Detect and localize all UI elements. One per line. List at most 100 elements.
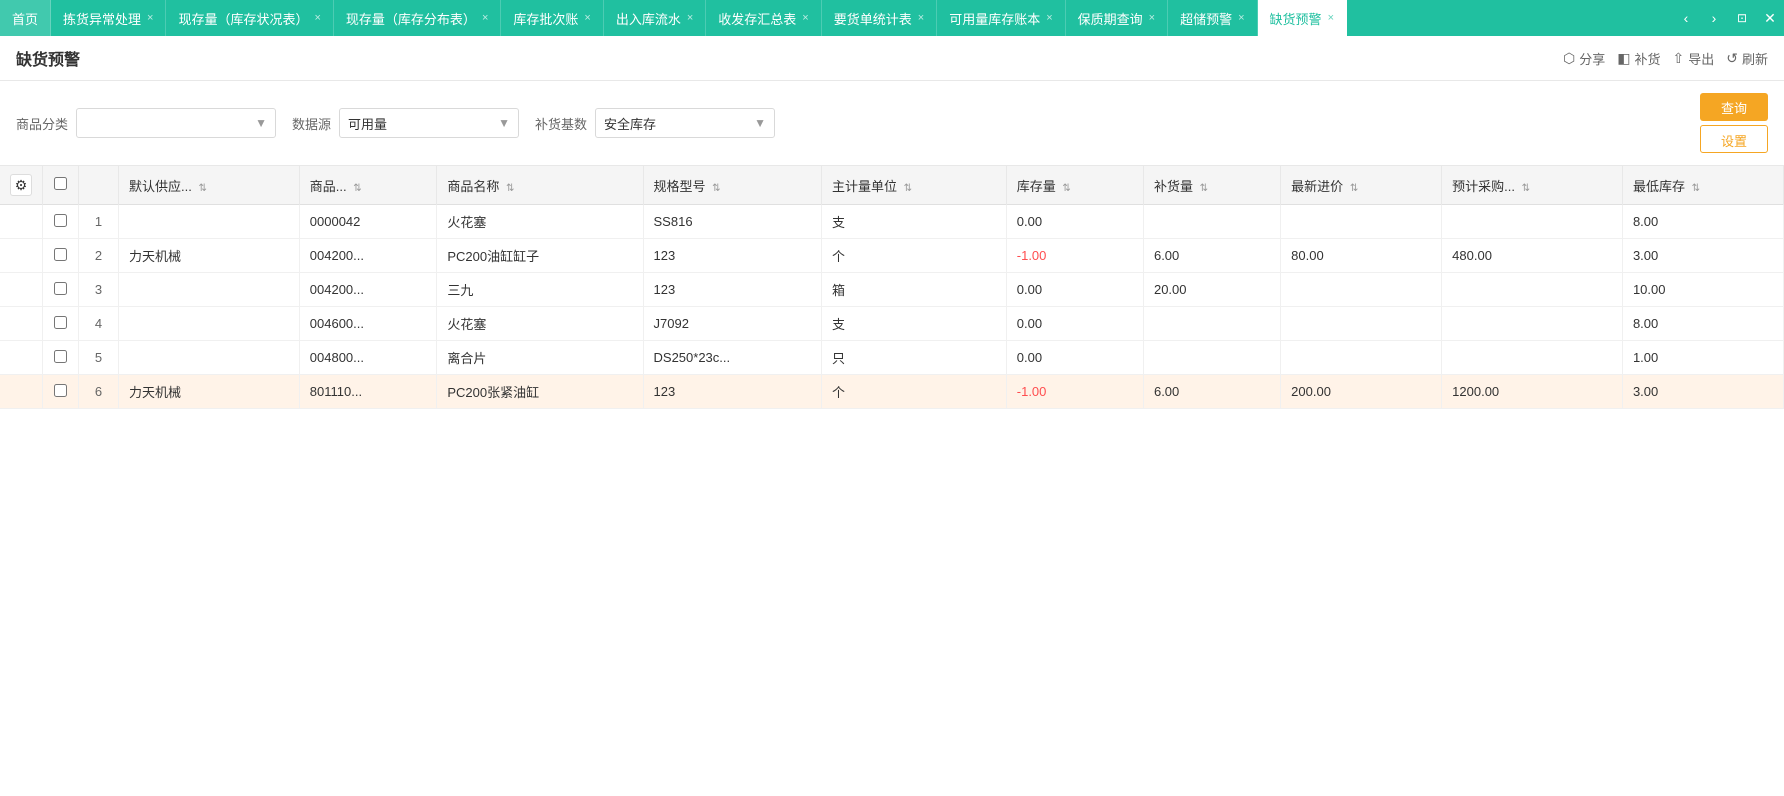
table-container: ⚙ 默认供应... ⇅ 商品... ⇅ 商品名称 [0, 166, 1784, 409]
row-checkbox-1[interactable] [54, 248, 67, 261]
table-row: 4 004600... 火花塞 J7092 支 0.00 8.00 [0, 307, 1784, 341]
category-select[interactable]: ▼ [76, 108, 276, 138]
select-all-checkbox[interactable] [54, 177, 67, 190]
tab-home[interactable]: 首页 [0, 0, 51, 36]
row-checkbox-0[interactable] [54, 214, 67, 227]
settings-button[interactable]: 设置 [1700, 125, 1768, 153]
th-est-purchase[interactable]: 预计采购... ⇅ [1442, 166, 1623, 205]
th-unit[interactable]: 主计量单位 ⇅ [822, 166, 1007, 205]
page-header: 缺货预警 ⬡ 分享 ◧ 补货 ⇧ 导出 ↺ 刷新 [0, 36, 1784, 81]
th-checkbox [43, 166, 79, 205]
replenish-base-select[interactable]: 安全库存 ▼ [595, 108, 775, 138]
data-source-select[interactable]: 可用量 ▼ [339, 108, 519, 138]
cell-product-name: 离合片 [437, 341, 643, 375]
close-tab-11[interactable]: × [1328, 12, 1334, 24]
cell-min-stock: 1.00 [1622, 341, 1783, 375]
cell-replenish-qty [1143, 205, 1280, 239]
tab-demand-stats[interactable]: 要货单统计表 × [822, 0, 937, 36]
cell-product-code: 004800... [299, 341, 437, 375]
sort-icon-unit: ⇅ [904, 183, 912, 194]
sort-icon-supplier: ⇅ [198, 183, 206, 194]
cell-min-stock: 3.00 [1622, 239, 1783, 273]
refresh-button[interactable]: ↺ 刷新 [1726, 49, 1768, 68]
share-button[interactable]: ⬡ 分享 [1563, 49, 1605, 68]
row-num: 1 [79, 205, 119, 239]
cell-spec: 123 [643, 239, 822, 273]
th-spec[interactable]: 规格型号 ⇅ [643, 166, 822, 205]
row-num: 5 [79, 341, 119, 375]
replenish-base-value: 安全库存 [604, 114, 754, 133]
close-tab-2[interactable]: × [314, 12, 320, 24]
th-stock[interactable]: 库存量 ⇅ [1006, 166, 1143, 205]
tab-overstock[interactable]: 超储预警 × [1168, 0, 1257, 36]
tab-stock-status[interactable]: 现存量（库存状况表） × [166, 0, 333, 36]
tab-restore-button[interactable]: ⊡ [1728, 0, 1756, 36]
replenish-button[interactable]: ◧ 补货 [1617, 49, 1660, 68]
cell-supplier: 力天机械 [119, 375, 300, 409]
row-num: 4 [79, 307, 119, 341]
close-tab-5[interactable]: × [687, 12, 693, 24]
refresh-icon: ↺ [1726, 50, 1738, 67]
close-tab-3[interactable]: × [482, 12, 488, 24]
tab-close-all-button[interactable]: ✕ [1756, 0, 1784, 36]
cell-product-name: PC200张紧油缸 [437, 375, 643, 409]
row-checkbox-cell [43, 273, 79, 307]
tab-picking-exception[interactable]: 拣货异常处理 × [51, 0, 166, 36]
cell-unit: 支 [822, 307, 1007, 341]
row-checkbox-2[interactable] [54, 282, 67, 295]
close-tab-7[interactable]: × [918, 12, 924, 24]
tab-stock-dist[interactable]: 现存量（库存分布表） × [334, 0, 501, 36]
query-button[interactable]: 查询 [1700, 93, 1768, 121]
th-replenish-qty[interactable]: 补货量 ⇅ [1143, 166, 1280, 205]
th-product-code[interactable]: 商品... ⇅ [299, 166, 437, 205]
row-checkbox-3[interactable] [54, 316, 67, 329]
chevron-down-icon-3: ▼ [754, 116, 766, 130]
cell-product-code: 0000042 [299, 205, 437, 239]
tab-expiry[interactable]: 保质期查询 × [1066, 0, 1168, 36]
th-min-stock[interactable]: 最低库存 ⇅ [1622, 166, 1783, 205]
tab-batch[interactable]: 库存批次账 × [501, 0, 603, 36]
filter-actions: 查询 设置 [1700, 93, 1768, 153]
cell-supplier: 力天机械 [119, 239, 300, 273]
cell-min-stock: 8.00 [1622, 205, 1783, 239]
chevron-down-icon: ▼ [255, 116, 267, 130]
close-tab-6[interactable]: × [802, 12, 808, 24]
close-tab-1[interactable]: × [147, 12, 153, 24]
cell-product-name: 三九 [437, 273, 643, 307]
replenish-base-label: 补货基数 [535, 114, 587, 133]
tab-inout-flow[interactable]: 出入库流水 × [604, 0, 706, 36]
close-tab-10[interactable]: × [1238, 12, 1244, 24]
tab-available-ledger[interactable]: 可用量库存账本 × [937, 0, 1065, 36]
cell-min-stock: 3.00 [1622, 375, 1783, 409]
table-row: 1 0000042 火花塞 SS816 支 0.00 8.00 [0, 205, 1784, 239]
cell-replenish-qty: 6.00 [1143, 239, 1280, 273]
table-row: 5 004800... 离合片 DS250*23c... 只 0.00 1.00 [0, 341, 1784, 375]
column-settings-icon[interactable]: ⚙ [10, 174, 32, 196]
row-checkbox-cell [43, 375, 79, 409]
cell-spec: J7092 [643, 307, 822, 341]
cell-unit: 只 [822, 341, 1007, 375]
th-latest-price[interactable]: 最新进价 ⇅ [1281, 166, 1442, 205]
cell-latest-price [1281, 273, 1442, 307]
cell-replenish-qty [1143, 307, 1280, 341]
th-default-supplier[interactable]: 默认供应... ⇅ [119, 166, 300, 205]
sort-icon-stock: ⇅ [1062, 183, 1070, 194]
tab-summary[interactable]: 收发存汇总表 × [706, 0, 821, 36]
row-checkbox-5[interactable] [54, 384, 67, 397]
table-row: 3 004200... 三九 123 箱 0.00 20.00 10.00 [0, 273, 1784, 307]
row-checkbox-4[interactable] [54, 350, 67, 363]
tab-next-button[interactable]: › [1700, 0, 1728, 36]
export-button[interactable]: ⇧ 导出 [1673, 49, 1715, 68]
cell-spec: 123 [643, 273, 822, 307]
tab-shortage-warning[interactable]: 缺货预警 × [1258, 0, 1347, 36]
close-tab-4[interactable]: × [584, 12, 590, 24]
table-row: 2 力天机械 004200... PC200油缸缸子 123 个 -1.00 6… [0, 239, 1784, 273]
row-checkbox-cell [43, 205, 79, 239]
close-tab-8[interactable]: × [1046, 12, 1052, 24]
th-product-name[interactable]: 商品名称 ⇅ [437, 166, 643, 205]
close-tab-9[interactable]: × [1149, 12, 1155, 24]
tab-bar: 首页 拣货异常处理 × 现存量（库存状况表） × 现存量（库存分布表） × 库存… [0, 0, 1784, 36]
cell-unit: 个 [822, 375, 1007, 409]
tab-prev-button[interactable]: ‹ [1672, 0, 1700, 36]
row-settings [0, 341, 43, 375]
